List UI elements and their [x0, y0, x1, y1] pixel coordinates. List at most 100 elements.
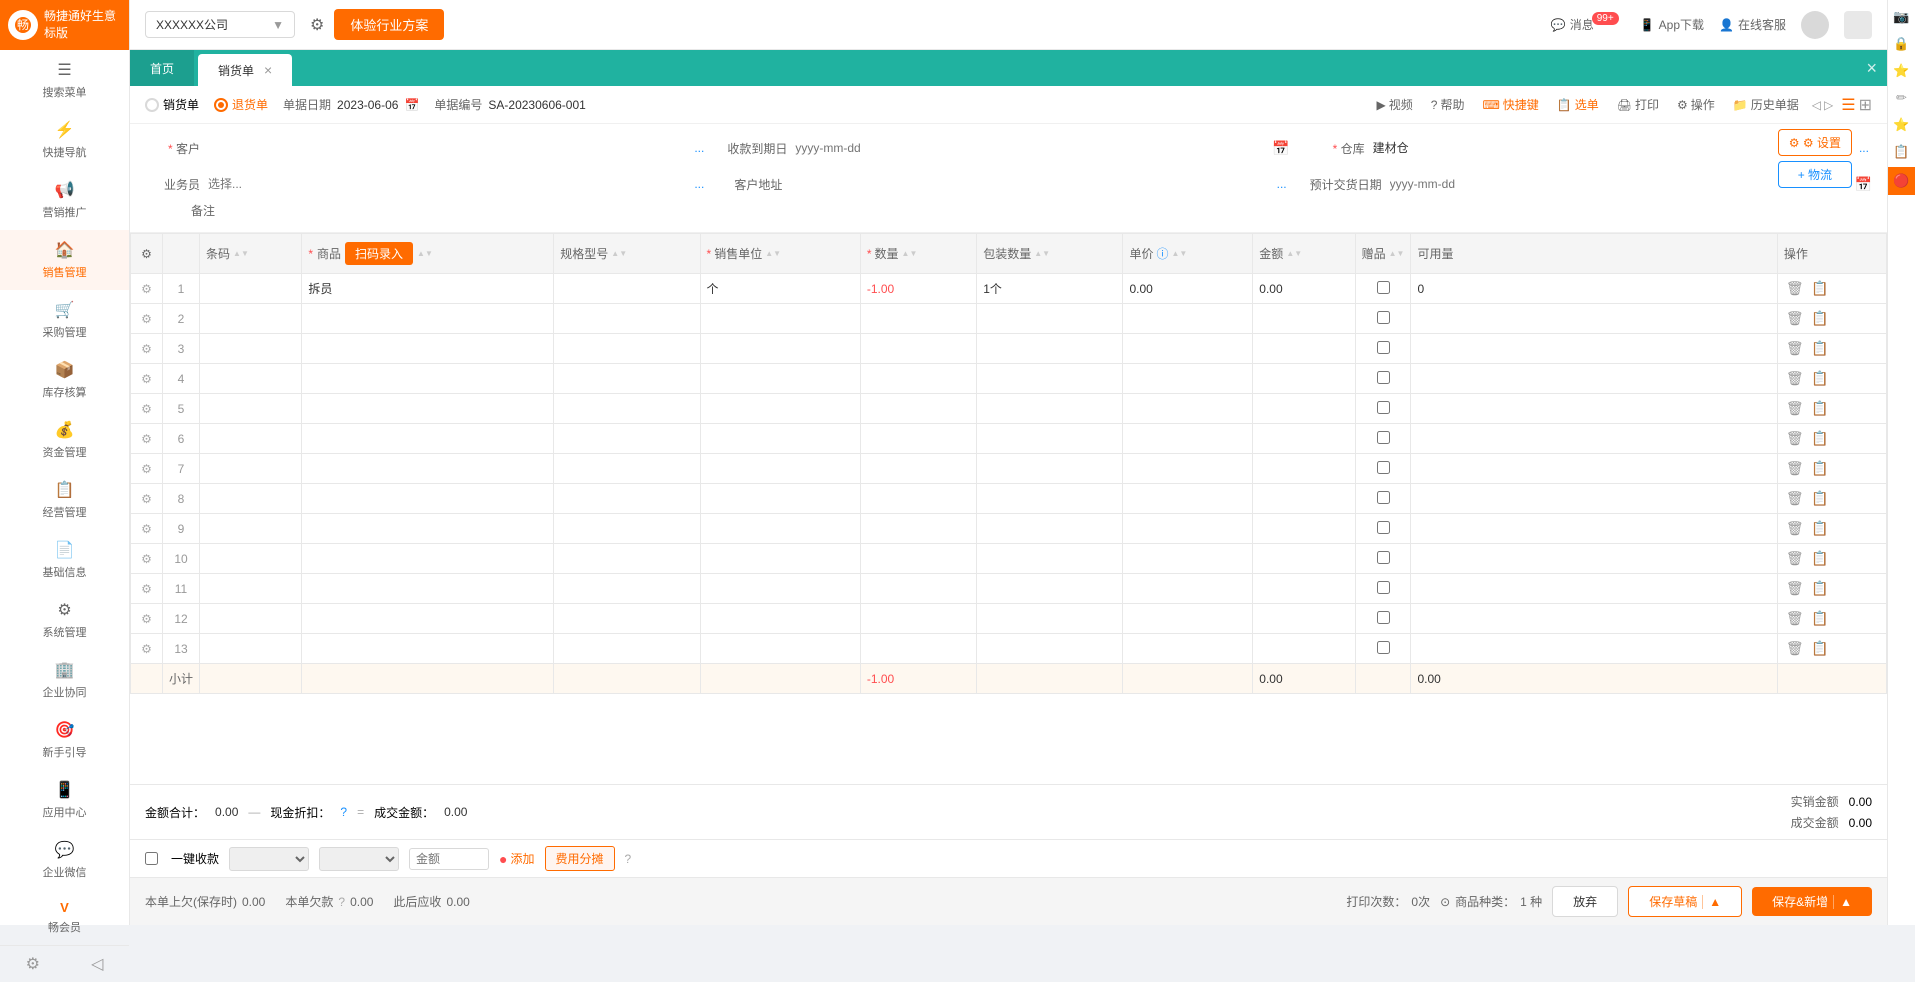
scan-btn[interactable]: 扫码录入 [345, 242, 413, 265]
row-gear-icon[interactable]: ⚙ [141, 522, 152, 536]
prev-record-btn[interactable]: ◁ [1812, 98, 1821, 112]
row-amount-cell[interactable] [1253, 424, 1355, 454]
row-amount-cell[interactable] [1253, 484, 1355, 514]
next-record-btn[interactable]: ▷ [1824, 98, 1833, 112]
row-gift-cell[interactable] [1355, 604, 1411, 634]
row-unit-cell[interactable] [700, 604, 860, 634]
row-gear-icon[interactable]: ⚙ [141, 432, 152, 446]
row-barcode-cell[interactable] [200, 454, 302, 484]
row-gear-icon[interactable]: ⚙ [141, 282, 152, 296]
price-info-icon[interactable]: ⓘ [1157, 245, 1169, 262]
rp-icon-2[interactable]: 🔒 [1890, 32, 1914, 56]
product-sort-icon[interactable]: ▲▼ [417, 250, 433, 258]
history-btn[interactable]: 📁 历史单据 [1728, 94, 1804, 115]
sidebar-collapse-icon[interactable]: ◁ [91, 954, 103, 974]
rp-icon-1[interactable]: 📷 [1890, 5, 1914, 29]
row-pkgqty-cell[interactable] [977, 544, 1123, 574]
row-qty-cell[interactable] [860, 304, 976, 334]
row-unitprice-cell[interactable] [1123, 574, 1253, 604]
tab-close-icon[interactable]: × [264, 62, 272, 78]
row-unit-cell[interactable] [700, 544, 860, 574]
row-barcode-cell[interactable] [200, 634, 302, 664]
row-amount-cell[interactable] [1253, 304, 1355, 334]
row-qty-cell[interactable] [860, 394, 976, 424]
date-calendar-icon[interactable]: 📅 [404, 98, 419, 112]
row-delete-icon[interactable]: 🗑 [1786, 280, 1804, 296]
row-gift-cell[interactable] [1355, 424, 1411, 454]
row-amount-cell[interactable] [1253, 394, 1355, 424]
row-barcode-cell[interactable] [200, 484, 302, 514]
row-product-cell[interactable] [302, 334, 554, 364]
salesperson-input[interactable] [208, 175, 683, 194]
row-pkgqty-cell[interactable] [977, 514, 1123, 544]
row-unitprice-cell[interactable] [1123, 544, 1253, 574]
row-unit-cell[interactable] [700, 304, 860, 334]
row-unit-cell[interactable] [700, 364, 860, 394]
shortcut-btn[interactable]: ⌨ 快捷键 [1477, 94, 1543, 115]
row-spec-cell[interactable] [554, 574, 700, 604]
row-gift-checkbox[interactable] [1377, 371, 1390, 384]
row-amount-cell[interactable]: 0.00 [1253, 274, 1355, 304]
row-barcode-cell[interactable] [200, 514, 302, 544]
tabbar-close-icon[interactable]: × [1866, 58, 1877, 79]
row-product-cell[interactable] [302, 604, 554, 634]
row-product-cell[interactable] [302, 454, 554, 484]
row-delete-icon[interactable]: 🗑 [1786, 610, 1804, 626]
customer-input[interactable] [208, 139, 683, 158]
row-spec-cell[interactable] [554, 514, 700, 544]
row-barcode-cell[interactable] [200, 574, 302, 604]
row-gift-checkbox[interactable] [1377, 581, 1390, 594]
row-qty-cell[interactable] [860, 334, 976, 364]
row-gift-checkbox[interactable] [1377, 611, 1390, 624]
row-unit-cell[interactable]: 个 [700, 274, 860, 304]
row-gear-icon[interactable]: ⚙ [141, 372, 152, 386]
row-gift-cell[interactable] [1355, 574, 1411, 604]
row-unit-cell[interactable] [700, 484, 860, 514]
select-btn[interactable]: 📋 选单 [1552, 94, 1604, 115]
row-delete-icon[interactable]: 🗑 [1786, 550, 1804, 566]
sidebar-item-system[interactable]: ⚙ 系统管理 [0, 590, 129, 650]
row-product-cell[interactable] [302, 484, 554, 514]
row-spec-cell[interactable] [554, 484, 700, 514]
row-unitprice-cell[interactable] [1123, 484, 1253, 514]
row-product-cell[interactable] [302, 514, 554, 544]
table-wrap[interactable]: ⚙ 条码▲▼ * 商品 扫码录入 ▲▼ [130, 233, 1887, 784]
row-qty-cell[interactable] [860, 364, 976, 394]
draft-dropdown-icon[interactable]: ▲ [1702, 895, 1721, 909]
row-barcode-cell[interactable] [200, 364, 302, 394]
list-view-btn[interactable]: ☰ [1841, 95, 1855, 115]
row-gear-icon[interactable]: ⚙ [141, 492, 152, 506]
discount-help-icon[interactable]: ? [340, 805, 347, 819]
operate-btn[interactable]: ⚙ 操作 [1672, 94, 1720, 115]
row-qty-cell[interactable] [860, 544, 976, 574]
sidebar-item-enterprise[interactable]: 🏢 企业协同 [0, 650, 129, 710]
row-barcode-cell[interactable] [200, 394, 302, 424]
row-unit-cell[interactable] [700, 424, 860, 454]
message-btn[interactable]: 💬 消息 99+ [1551, 16, 1625, 33]
row-qty-cell[interactable] [860, 514, 976, 544]
row-gear-icon[interactable]: ⚙ [141, 462, 152, 476]
row-unitprice-cell[interactable] [1123, 394, 1253, 424]
row-copy-icon[interactable]: 📋 [1811, 430, 1828, 446]
row-spec-cell[interactable] [554, 634, 700, 664]
row-unitprice-cell[interactable] [1123, 634, 1253, 664]
sidebar-item-operation[interactable]: 📋 经营管理 [0, 470, 129, 530]
sidebar-item-member[interactable]: V 畅会员 [0, 890, 129, 945]
row-copy-icon[interactable]: 📋 [1811, 550, 1828, 566]
row-gift-cell[interactable] [1355, 274, 1411, 304]
row-delete-icon[interactable]: 🗑 [1786, 460, 1804, 476]
gift-sort-icon[interactable]: ▲▼ [1389, 250, 1405, 258]
row-copy-icon[interactable]: 📋 [1811, 340, 1828, 356]
print-btn[interactable]: 🖨 打印 [1612, 94, 1664, 115]
row-unitprice-cell[interactable] [1123, 364, 1253, 394]
row-pkgqty-cell[interactable] [977, 334, 1123, 364]
trial-btn[interactable]: 体验行业方案 [334, 9, 444, 40]
warehouse-dots[interactable]: ... [1856, 141, 1872, 155]
expense-btn[interactable]: 费用分摊 [545, 846, 615, 871]
row-amount-cell[interactable] [1253, 334, 1355, 364]
topbar-settings-icon[interactable]: ⚙ [310, 15, 324, 35]
row-unitprice-cell[interactable] [1123, 514, 1253, 544]
sidebar-item-finance[interactable]: 💰 资金管理 [0, 410, 129, 470]
row-gift-checkbox[interactable] [1377, 341, 1390, 354]
row-delete-icon[interactable]: 🗑 [1786, 400, 1804, 416]
